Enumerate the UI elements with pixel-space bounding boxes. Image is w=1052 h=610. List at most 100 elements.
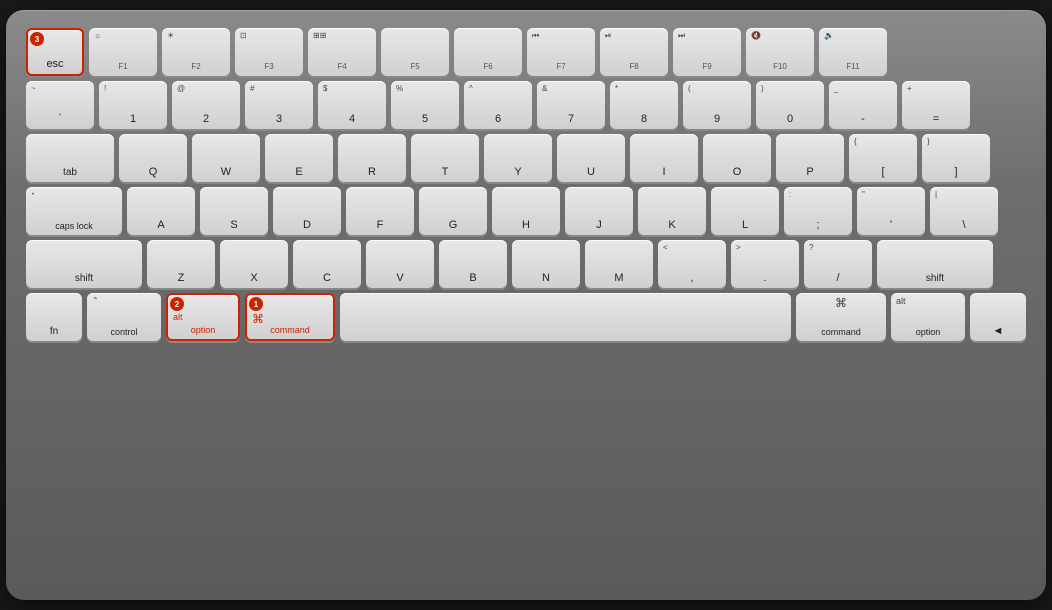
key-n[interactable]: N [512,240,580,288]
option-left-icon: alt [173,313,183,322]
f7-icon: ⏮ [532,32,539,40]
key-u[interactable]: U [557,134,625,182]
key-fn[interactable]: fn [26,293,82,341]
key-f8[interactable]: ⏯ F8 [600,28,668,76]
at-label: @ [177,85,185,93]
keyboard: 3 esc ☼ F1 ☀ F2 ⊡ F3 ⊞⊞ F4 F5 F6 [6,10,1046,600]
key-command-right[interactable]: ⌘ command [796,293,886,341]
key-arrow-left[interactable]: ◄ [970,293,1026,341]
amp-label: & [542,85,547,93]
f11-icon: 🔉 [824,32,834,40]
key-e[interactable]: E [265,134,333,182]
key-y[interactable]: Y [484,134,552,182]
key-f7[interactable]: ⏮ F7 [527,28,595,76]
control-label: control [110,328,137,337]
key-shift-right[interactable]: shift [877,240,993,288]
key-backslash[interactable]: | \ [930,187,998,235]
f10-label: F10 [773,62,787,72]
key-option-right[interactable]: alt option [891,293,965,341]
key-k[interactable]: K [638,187,706,235]
f3-icon: ⊡ [240,32,247,40]
key-z[interactable]: Z [147,240,215,288]
key-tab[interactable]: tab [26,134,114,182]
nine-label: 9 [714,114,720,125]
key-9[interactable]: ( 9 [683,81,751,129]
key-f4[interactable]: ⊞⊞ F4 [308,28,376,76]
zero-label: 0 [787,114,793,125]
key-s[interactable]: S [200,187,268,235]
key-semicolon[interactable]: : ; [784,187,852,235]
capslock-label: caps lock [55,222,93,231]
ctrl-icon: ⌃ [92,297,99,305]
f1-icon: ☼ [94,32,101,40]
key-f3[interactable]: ⊡ F3 [235,28,303,76]
key-4[interactable]: $ 4 [318,81,386,129]
key-8[interactable]: * 8 [610,81,678,129]
tab-label: tab [63,168,77,178]
key-w[interactable]: W [192,134,260,182]
key-comma[interactable]: < , [658,240,726,288]
key-h[interactable]: H [492,187,560,235]
key-3[interactable]: # 3 [245,81,313,129]
key-5[interactable]: % 5 [391,81,459,129]
key-control[interactable]: ⌃ control [87,293,161,341]
key-x[interactable]: X [220,240,288,288]
key-f1[interactable]: ☼ F1 [89,28,157,76]
key-f2[interactable]: ☀ F2 [162,28,230,76]
key-l[interactable]: L [711,187,779,235]
key-command-left[interactable]: 1 ⌘ command [245,293,335,341]
key-f10[interactable]: 🔇 F10 [746,28,814,76]
key-a[interactable]: A [127,187,195,235]
key-quote[interactable]: " ' [857,187,925,235]
capslock-dot: • [32,192,34,198]
key-option-left[interactable]: 2 alt option [166,293,240,341]
key-v[interactable]: V [366,240,434,288]
number-row: ~ ` ! 1 @ 2 # 3 $ 4 % 5 ^ 6 & 7 [26,81,1026,129]
key-shift-left[interactable]: shift [26,240,142,288]
key-f9[interactable]: ⏭ F9 [673,28,741,76]
key-esc[interactable]: 3 esc [26,28,84,76]
key-rbracket[interactable]: } ] [922,134,990,182]
key-r[interactable]: R [338,134,406,182]
key-f6[interactable]: F6 [454,28,522,76]
key-space[interactable] [340,293,791,341]
key-i[interactable]: I [630,134,698,182]
key-p[interactable]: P [776,134,844,182]
key-0[interactable]: ) 0 [756,81,824,129]
key-1[interactable]: ! 1 [99,81,167,129]
key-d[interactable]: D [273,187,341,235]
key-capslock[interactable]: • caps lock [26,187,122,235]
key-slash[interactable]: ? / [804,240,872,288]
key-period[interactable]: > . [731,240,799,288]
key-7[interactable]: & 7 [537,81,605,129]
key-backtick[interactable]: ~ ` [26,81,94,129]
key-o[interactable]: O [703,134,771,182]
key-j[interactable]: J [565,187,633,235]
a-row: • caps lock A S D F G H J K L : ; " ' | … [26,187,1026,235]
key-lbracket[interactable]: { [ [849,134,917,182]
f8-label: F8 [629,62,638,72]
key-2[interactable]: @ 2 [172,81,240,129]
key-b[interactable]: B [439,240,507,288]
key-6[interactable]: ^ 6 [464,81,532,129]
key-f[interactable]: F [346,187,414,235]
minus-label: - [861,114,865,125]
key-c[interactable]: C [293,240,361,288]
rparen-label: ) [761,85,764,93]
f7-label: F7 [556,62,565,72]
key-equals[interactable]: + = [902,81,970,129]
key-q[interactable]: Q [119,134,187,182]
key-t[interactable]: T [411,134,479,182]
badge-2: 2 [170,297,184,311]
key-f5[interactable]: F5 [381,28,449,76]
key-g[interactable]: G [419,187,487,235]
key-f11[interactable]: 🔉 F11 [819,28,887,76]
key-minus[interactable]: _ - [829,81,897,129]
three-label: 3 [276,114,282,125]
underscore-label: _ [834,85,838,93]
key-m[interactable]: M [585,240,653,288]
dollar-label: $ [323,85,327,93]
esc-label: esc [46,59,63,70]
eight-label: 8 [641,114,647,125]
option-right-label: option [916,328,941,337]
